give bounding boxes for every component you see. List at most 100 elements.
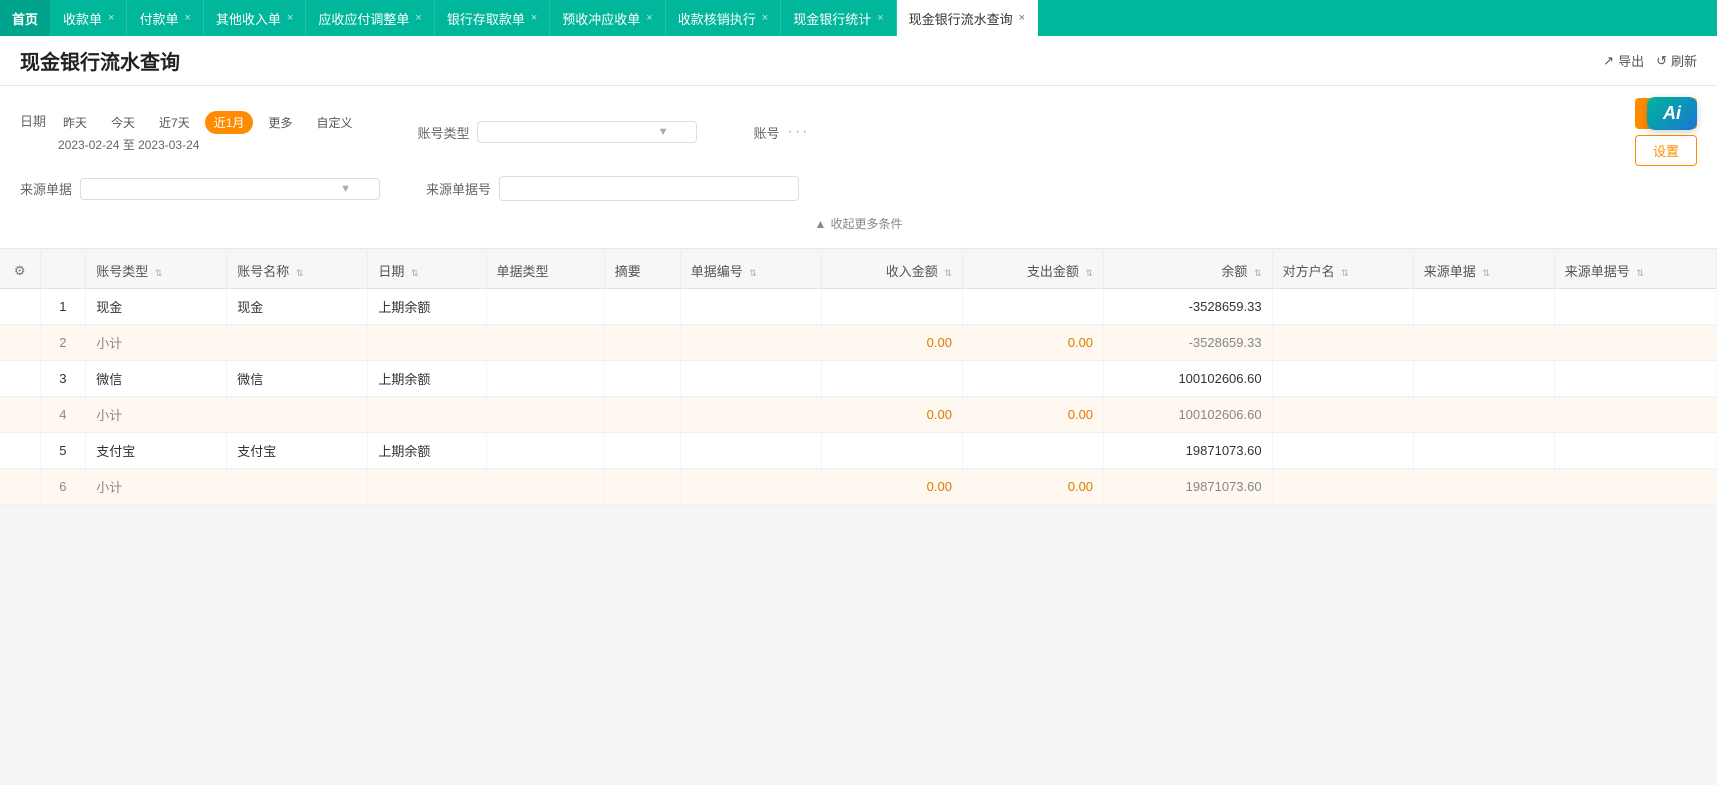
- th-income[interactable]: 收入金额 ⇅: [821, 253, 962, 289]
- date-btn-custom[interactable]: 自定义: [307, 111, 361, 134]
- date-btn-7days[interactable]: 近7天: [150, 111, 199, 134]
- nav-tab-advance-offset[interactable]: 预收冲应收单 ×: [550, 0, 665, 36]
- nav-home-label: 首页: [12, 9, 38, 28]
- nav-bank-deposit-label: 银行存取款单: [447, 9, 525, 28]
- date-btn-1month[interactable]: 近1月: [205, 111, 254, 134]
- th-summary-label: 摘要: [615, 264, 641, 279]
- cell-account-type: 微信: [86, 361, 227, 397]
- date-btn-yesterday[interactable]: 昨天: [54, 111, 96, 134]
- nav-cash-bank-flow-close[interactable]: ×: [1019, 12, 1025, 24]
- cell-account-name: 微信: [227, 361, 368, 397]
- cell-income: 0.00: [821, 397, 962, 433]
- nav-tab-ar-adjust[interactable]: 应收应付调整单 ×: [306, 0, 434, 36]
- export-label: 导出: [1618, 51, 1644, 70]
- cell-doc-num: [680, 433, 821, 469]
- cell-date: 上期余额: [368, 433, 486, 469]
- cell-account-name: [227, 325, 368, 361]
- account-dots[interactable]: ···: [787, 123, 809, 141]
- account-filter: 账号 ···: [753, 123, 809, 142]
- th-source-doc[interactable]: 来源单据 ⇅: [1413, 253, 1554, 289]
- cell-balance: -3528659.33: [1104, 325, 1273, 361]
- th-expense[interactable]: 支出金额 ⇅: [962, 253, 1103, 289]
- nav-tab-receipt[interactable]: 收款单 ×: [51, 0, 127, 36]
- cell-date: [368, 397, 486, 433]
- table-row: 5支付宝支付宝上期余额19871073.60: [0, 433, 1717, 469]
- th-doc-num[interactable]: 单据编号 ⇅: [680, 253, 821, 289]
- nav-tab-cash-bank-flow[interactable]: 现金银行流水查询 ×: [897, 0, 1038, 36]
- th-account-type[interactable]: 账号类型 ⇅: [86, 253, 227, 289]
- cell-account-type: 小计: [86, 469, 227, 505]
- date-btn-today[interactable]: 今天: [102, 111, 144, 134]
- table-row: 3微信微信上期余额100102606.60: [0, 361, 1717, 397]
- cell-expense: 0.00: [962, 397, 1103, 433]
- cell-summary: [604, 433, 680, 469]
- settings-button[interactable]: 设置: [1635, 135, 1697, 166]
- cell-balance: 100102606.60: [1104, 397, 1273, 433]
- cell-index: 5: [40, 433, 86, 469]
- nav-receipt-close[interactable]: ×: [108, 12, 114, 24]
- nav-advance-offset-close[interactable]: ×: [646, 12, 652, 24]
- nav-bank-deposit-close[interactable]: ×: [531, 12, 537, 24]
- cell-settings: [0, 433, 40, 469]
- nav-tab-home[interactable]: 首页: [0, 0, 51, 36]
- ai-badge[interactable]: Ai: [1647, 97, 1697, 130]
- cell-balance: 19871073.60: [1104, 433, 1273, 469]
- cell-settings: [0, 361, 40, 397]
- cell-index: 4: [40, 397, 86, 433]
- sort-source-doc-icon: ⇅: [1482, 268, 1490, 278]
- cell-balance: 19871073.60: [1104, 469, 1273, 505]
- th-settings[interactable]: ⚙: [0, 253, 40, 289]
- cell-source-doc: [1413, 289, 1554, 325]
- th-date-label: 日期: [378, 264, 404, 279]
- date-btn-more[interactable]: 更多: [259, 111, 301, 134]
- sort-balance-icon: ⇅: [1254, 268, 1262, 278]
- nav-other-income-close[interactable]: ×: [287, 12, 293, 24]
- cell-index: 2: [40, 325, 86, 361]
- cell-summary: [604, 289, 680, 325]
- nav-collection-exec-close[interactable]: ×: [762, 12, 768, 24]
- cell-account-type: 现金: [86, 289, 227, 325]
- th-expense-label: 支出金额: [1027, 264, 1079, 279]
- cell-counterpart: [1272, 433, 1413, 469]
- th-counterpart[interactable]: 对方户名 ⇅: [1272, 253, 1413, 289]
- settings-gear-icon[interactable]: ⚙: [12, 263, 28, 279]
- th-date[interactable]: 日期 ⇅: [368, 253, 486, 289]
- cell-doc-num: [680, 469, 821, 505]
- sort-source-doc-num-icon: ⇅: [1636, 268, 1644, 278]
- nav-tab-payment[interactable]: 付款单 ×: [127, 0, 203, 36]
- sort-expense-icon: ⇅: [1086, 268, 1094, 278]
- source-doc-num-input[interactable]: [499, 176, 799, 201]
- th-account-name[interactable]: 账号名称 ⇅: [227, 253, 368, 289]
- cell-account-name: [227, 397, 368, 433]
- table-header-row: ⚙ 账号类型 ⇅ 账号名称 ⇅ 日期 ⇅ 单据类型: [0, 253, 1717, 289]
- th-balance[interactable]: 余额 ⇅: [1104, 253, 1273, 289]
- source-doc-filter: 来源单据 ▼: [20, 178, 380, 200]
- export-button[interactable]: ↗ 导出: [1603, 51, 1644, 70]
- cell-account-name: 支付宝: [227, 433, 368, 469]
- sort-account-type-icon: ⇅: [155, 268, 163, 278]
- cell-source-doc: [1413, 361, 1554, 397]
- nav-tab-bank-deposit[interactable]: 银行存取款单 ×: [435, 0, 550, 36]
- cell-doc-type: [486, 361, 604, 397]
- nav-cash-bank-stat-close[interactable]: ×: [877, 12, 883, 24]
- date-range: 2023-02-24 至 2023-03-24: [58, 136, 361, 153]
- cell-summary: [604, 325, 680, 361]
- nav-tab-other-income[interactable]: 其他收入单 ×: [204, 0, 306, 36]
- cell-doc-type: [486, 433, 604, 469]
- nav-tab-cash-bank-stat[interactable]: 现金银行统计 ×: [781, 0, 896, 36]
- collapse-bar[interactable]: ▲ 收起更多条件: [20, 211, 1697, 236]
- account-type-select[interactable]: ▼: [477, 121, 697, 143]
- cell-income: [821, 361, 962, 397]
- nav-payment-close[interactable]: ×: [184, 12, 190, 24]
- table-row: 1现金现金上期余额-3528659.33: [0, 289, 1717, 325]
- filter-row-2: 来源单据 ▼ 来源单据号: [20, 176, 1697, 201]
- source-doc-select[interactable]: ▼: [80, 178, 380, 200]
- refresh-button[interactable]: ↺ 刷新: [1656, 51, 1697, 70]
- cell-settings: [0, 469, 40, 505]
- cell-source-doc: [1413, 469, 1554, 505]
- nav-ar-adjust-close[interactable]: ×: [415, 12, 421, 24]
- nav-tab-collection-exec[interactable]: 收款核销执行 ×: [666, 0, 781, 36]
- cell-source-doc-num: [1554, 289, 1716, 325]
- cell-source-doc-num: [1554, 397, 1716, 433]
- th-source-doc-num[interactable]: 来源单据号 ⇅: [1554, 253, 1716, 289]
